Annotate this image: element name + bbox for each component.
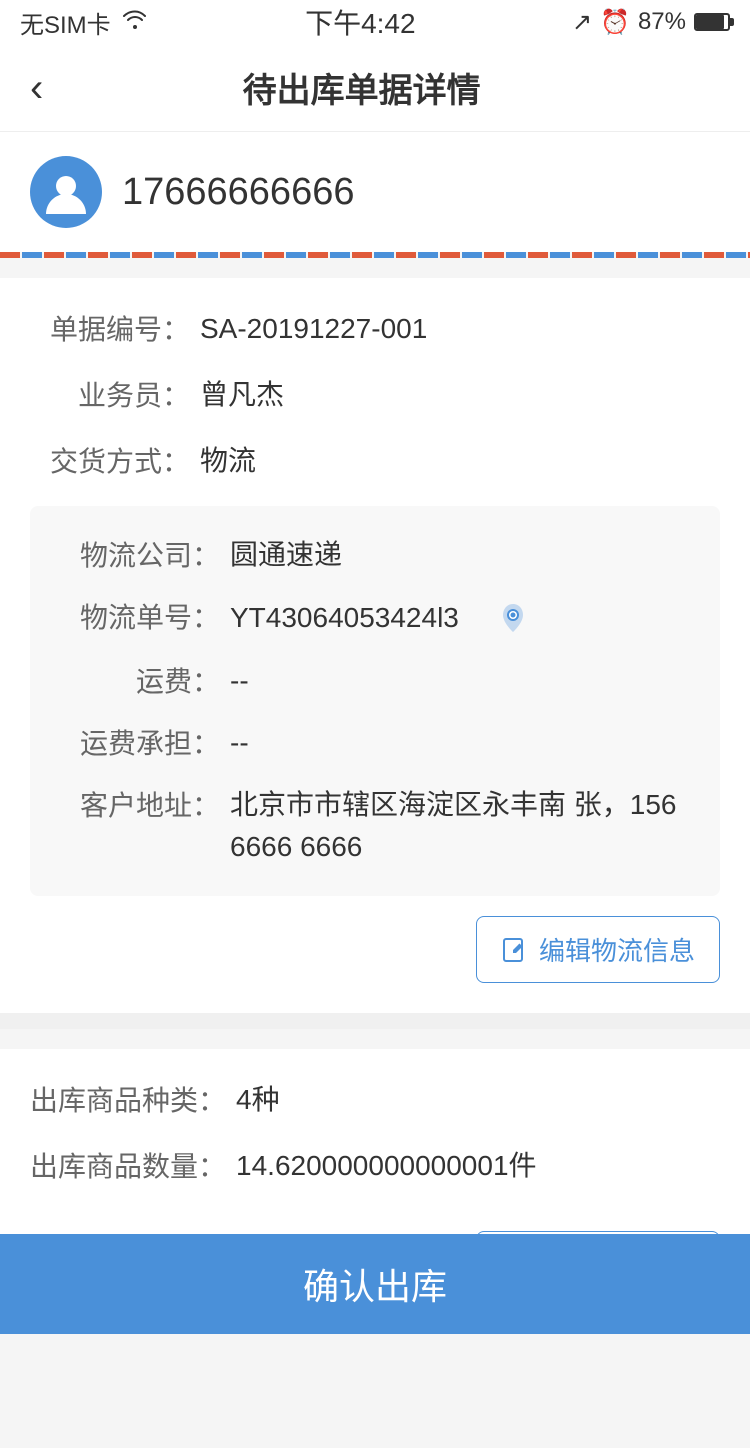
- customer-phone: 17666666666: [122, 171, 354, 214]
- delivery-value: 物流: [200, 440, 720, 482]
- order-number-label: 单据编号：: [30, 308, 190, 348]
- logistics-card: 物流公司： 圆通速递 物流单号： YT43064053424l3 运费： --: [30, 506, 720, 896]
- stock-quantity-label: 出库商品数量：: [30, 1145, 226, 1185]
- carrier-label: 无SIM卡: [20, 5, 111, 40]
- tracking-number: YT43064053424l3: [230, 597, 459, 639]
- alarm-icon: ⏰: [600, 8, 630, 37]
- edit-logistics-button[interactable]: 编辑物流信息: [476, 916, 720, 983]
- salesman-value: 曾凡杰: [200, 374, 720, 416]
- customer-header: 17666666666: [0, 132, 750, 252]
- dashed-divider: [0, 252, 750, 258]
- tracking-value: YT43064053424l3: [230, 596, 690, 640]
- stock-quantity-value: 14.620000000000001件: [236, 1145, 720, 1187]
- status-bar: 无SIM卡 下午4:42 ↗ ⏰ 87%: [0, 0, 750, 44]
- status-time: 下午4:42: [305, 2, 416, 42]
- delivery-label: 交货方式：: [30, 440, 190, 480]
- stock-quantity-row: 出库商品数量： 14.620000000000001件: [30, 1145, 720, 1187]
- order-info-section: 单据编号： SA-20191227-001 业务员： 曾凡杰 交货方式： 物流 …: [0, 278, 750, 1013]
- logistics-company-label: 物流公司：: [60, 534, 220, 574]
- stock-types-label: 出库商品种类：: [30, 1079, 226, 1119]
- logistics-company-row: 物流公司： 圆通速递: [60, 534, 690, 576]
- order-number-row: 单据编号： SA-20191227-001: [30, 308, 720, 350]
- confirm-btn-label: 确认出库: [303, 1258, 447, 1310]
- wifi-icon: [121, 8, 149, 36]
- freight-bearer-row: 运费承担： --: [60, 722, 690, 764]
- salesman-label: 业务员：: [30, 374, 190, 414]
- address-row: 客户地址： 北京市市辖区海淀区永丰南 张，156 6666 6666: [60, 784, 690, 868]
- salesman-row: 业务员： 曾凡杰: [30, 374, 720, 416]
- gray-divider: [0, 1013, 750, 1029]
- address-label: 客户地址：: [60, 784, 220, 824]
- freight-bearer-label: 运费承担：: [60, 722, 220, 762]
- user-icon: [44, 170, 88, 214]
- address-value: 北京市市辖区海淀区永丰南 张，156 6666 6666: [230, 784, 690, 868]
- edit-btn-container: 编辑物流信息: [30, 896, 720, 983]
- bottom-spacer: [0, 1328, 750, 1448]
- stock-types-value: 4种: [236, 1079, 720, 1121]
- page-title: 待出库单据详情: [63, 63, 660, 112]
- confirm-outbound-button[interactable]: 确认出库: [0, 1234, 750, 1334]
- tracking-label: 物流单号：: [60, 596, 220, 636]
- map-pin-icon[interactable]: [491, 596, 535, 640]
- freight-bearer-value: --: [230, 722, 690, 764]
- battery-icon: [694, 13, 730, 31]
- logistics-company-value: 圆通速递: [230, 534, 690, 576]
- edit-logistics-label: 编辑物流信息: [539, 931, 695, 968]
- freight-label: 运费：: [60, 660, 220, 700]
- avatar: [30, 156, 102, 228]
- tracking-row: 物流单号： YT43064053424l3: [60, 596, 690, 640]
- delivery-row: 交货方式： 物流: [30, 440, 720, 482]
- freight-value: --: [230, 660, 690, 702]
- edit-icon: [501, 936, 529, 964]
- battery-label: 87%: [638, 8, 686, 36]
- stock-types-row: 出库商品种类： 4种: [30, 1079, 720, 1121]
- location-status-icon: ↗: [572, 8, 592, 37]
- status-bar-right: ↗ ⏰ 87%: [572, 8, 730, 37]
- freight-row: 运费： --: [60, 660, 690, 702]
- order-number-value: SA-20191227-001: [200, 308, 720, 350]
- back-button[interactable]: ‹: [30, 68, 43, 108]
- status-bar-left: 无SIM卡: [20, 5, 149, 40]
- nav-bar: ‹ 待出库单据详情: [0, 44, 750, 132]
